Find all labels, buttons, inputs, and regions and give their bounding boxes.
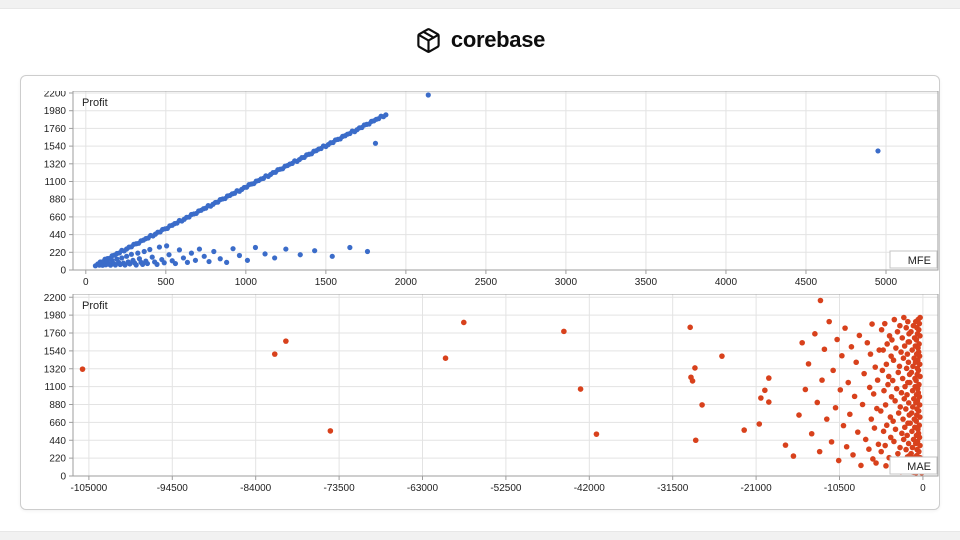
chart-card: 0 500 1000 1500 2000 2500 3000 3500 4000 4500 5000…	[20, 75, 940, 510]
svg-text:1100: 1100	[44, 177, 66, 188]
svg-text:0: 0	[60, 472, 66, 483]
svg-text:500: 500	[157, 277, 174, 288]
box-icon	[415, 27, 442, 54]
mae-scatter-chart[interactable]: -105000-94500-84000-73500-63000-52500-42…	[23, 294, 944, 498]
svg-text:1760: 1760	[44, 124, 67, 135]
brand-name: corebase	[451, 27, 545, 53]
svg-text:-73500: -73500	[324, 483, 356, 494]
window-bottom-edge	[0, 531, 960, 540]
mfe-scatter-chart[interactable]: 0 500 1000 1500 2000 2500 3000 3500 4000 4500 5000…	[23, 91, 944, 292]
svg-text:3500: 3500	[635, 277, 658, 288]
svg-text:1540: 1540	[44, 142, 67, 153]
svg-text:4000: 4000	[715, 277, 738, 288]
svg-text:-21000: -21000	[741, 483, 773, 494]
svg-text:1100: 1100	[44, 382, 66, 393]
svg-text:220: 220	[49, 248, 66, 259]
svg-text:440: 440	[49, 436, 66, 447]
svg-text:1540: 1540	[44, 346, 67, 357]
svg-text:1500: 1500	[315, 277, 338, 288]
svg-text:660: 660	[49, 212, 66, 223]
svg-text:440: 440	[49, 230, 66, 241]
svg-text:Profit: Profit	[82, 97, 108, 109]
svg-text:2000: 2000	[395, 277, 418, 288]
svg-text:220: 220	[49, 454, 66, 465]
header: corebase	[0, 18, 960, 62]
svg-text:880: 880	[49, 400, 66, 411]
svg-text:5000: 5000	[875, 277, 898, 288]
mfe-svg: 0 500 1000 1500 2000 2500 3000 3500 4000 4500 5000…	[23, 91, 944, 292]
svg-text:1320: 1320	[44, 364, 67, 375]
svg-text:0: 0	[60, 266, 66, 277]
svg-text:-84000: -84000	[240, 483, 272, 494]
svg-text:660: 660	[49, 418, 66, 429]
svg-text:-42000: -42000	[574, 483, 606, 494]
svg-text:2200: 2200	[44, 294, 67, 304]
svg-text:1980: 1980	[44, 311, 67, 322]
svg-text:4500: 4500	[795, 277, 818, 288]
svg-text:0: 0	[83, 277, 89, 288]
svg-text:-10500: -10500	[824, 483, 856, 494]
svg-text:-94500: -94500	[157, 483, 189, 494]
window-top-edge	[0, 0, 960, 9]
svg-text:-63000: -63000	[407, 483, 439, 494]
svg-text:2200: 2200	[44, 91, 67, 100]
svg-text:Profit: Profit	[82, 300, 108, 312]
svg-text:MFE: MFE	[908, 255, 931, 267]
svg-text:3000: 3000	[555, 277, 578, 288]
svg-text:-52500: -52500	[490, 483, 522, 494]
svg-text:1320: 1320	[44, 159, 67, 170]
svg-text:-31500: -31500	[657, 483, 689, 494]
svg-text:1000: 1000	[235, 277, 258, 288]
svg-text:880: 880	[49, 195, 66, 206]
svg-text:-105000: -105000	[71, 483, 108, 494]
mae-svg: -105000-94500-84000-73500-63000-52500-42…	[23, 294, 944, 498]
svg-text:2500: 2500	[475, 277, 498, 288]
svg-text:1760: 1760	[44, 329, 67, 340]
svg-text:MAE: MAE	[907, 461, 931, 473]
svg-text:1980: 1980	[44, 106, 67, 117]
svg-text:0: 0	[920, 483, 926, 494]
